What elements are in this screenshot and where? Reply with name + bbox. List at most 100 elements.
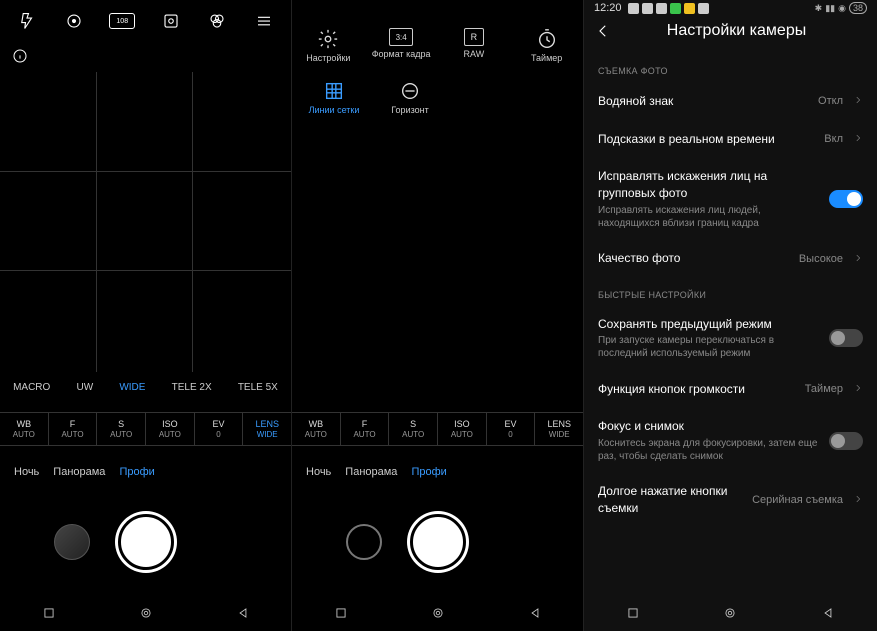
opt-settings[interactable]: Настройки: [294, 28, 362, 64]
zoom-wide[interactable]: WIDE: [119, 382, 145, 393]
row-focus-shot[interactable]: Фокус и снимок Коснитесь экрана для фоку…: [584, 408, 877, 473]
shutter-button[interactable]: [118, 514, 174, 570]
pro-s[interactable]: SAUTO: [97, 413, 146, 445]
mode-pro[interactable]: Профи: [119, 466, 154, 478]
opt-gridlines[interactable]: Линии сетки: [300, 80, 368, 116]
mode-panorama[interactable]: Панорама: [53, 466, 105, 478]
row-watermark[interactable]: Водяной знак Откл: [584, 82, 877, 120]
nav-back-icon[interactable]: [236, 606, 250, 620]
chevron-right-icon: [853, 92, 863, 110]
opt-ratio[interactable]: 3:4 Формат кадра: [367, 28, 435, 64]
nav-recent-icon[interactable]: [334, 606, 348, 620]
row-hints[interactable]: Подсказки в реальном времени Вкл: [584, 120, 877, 158]
nav-recent-icon[interactable]: [626, 606, 640, 620]
menu-icon[interactable]: [253, 10, 275, 32]
android-nav: [0, 595, 291, 631]
gear-icon: [317, 28, 339, 50]
nav-recent-icon[interactable]: [42, 606, 56, 620]
zoom-row: MACRO UW WIDE TELE 2X TELE 5X: [0, 382, 291, 393]
pro-iso[interactable]: ISOAUTO: [146, 413, 195, 445]
shutter-area: [0, 502, 291, 582]
pro-f[interactable]: FAUTO: [341, 413, 390, 445]
section-quick: БЫСТРЫЕ НАСТРОЙКИ: [584, 278, 877, 306]
row-quality[interactable]: Качество фото Высокое: [584, 240, 877, 278]
mode-panorama[interactable]: Панорама: [345, 466, 397, 478]
android-nav: [584, 595, 877, 631]
row-long-press[interactable]: Долгое нажатие кнопки съемки Серийная съ…: [584, 473, 877, 527]
live-icon[interactable]: [63, 10, 85, 32]
gallery-thumb-dark[interactable]: [346, 524, 382, 560]
row-volume-btn[interactable]: Функция кнопок громкости Таймер: [584, 370, 877, 408]
pro-iso[interactable]: ISOAUTO: [438, 413, 487, 445]
status-system-icons: ✱ ▮▮ ◉ 38: [815, 2, 867, 14]
page-title: Настройки камеры: [624, 22, 849, 40]
pro-params: WBAUTO FAUTO SAUTO ISOAUTO EV0 LENSWIDE: [0, 412, 291, 446]
toggle-focus-shot[interactable]: [829, 432, 863, 450]
raw-icon: R: [464, 28, 484, 46]
shutter-button[interactable]: [410, 514, 466, 570]
pro-wb[interactable]: WBAUTO: [0, 413, 49, 445]
zoom-uw[interactable]: UW: [76, 382, 93, 393]
wifi-icon: ◉: [838, 3, 846, 14]
pro-lens[interactable]: LENSWIDE: [535, 413, 583, 445]
back-icon[interactable]: [594, 22, 612, 40]
toggle-face-distortion[interactable]: [829, 190, 863, 208]
108mp-icon[interactable]: 108: [109, 13, 135, 29]
pro-s[interactable]: SAUTO: [389, 413, 438, 445]
mode-night[interactable]: Ночь: [14, 466, 39, 478]
flash-icon[interactable]: [16, 10, 38, 32]
pro-wb[interactable]: WBAUTO: [292, 413, 341, 445]
mode-night[interactable]: Ночь: [306, 466, 331, 478]
toggle-save-mode[interactable]: [829, 329, 863, 347]
nav-home-icon[interactable]: [431, 606, 445, 620]
ai-scene-icon[interactable]: [160, 10, 182, 32]
chevron-right-icon: [853, 130, 863, 148]
gallery-thumb[interactable]: [54, 524, 90, 560]
filter-icon[interactable]: [206, 10, 228, 32]
pro-f[interactable]: FAUTO: [49, 413, 98, 445]
row-save-mode[interactable]: Сохранять предыдущий режим При запуске к…: [584, 306, 877, 371]
bluetooth-icon: ✱: [815, 3, 823, 14]
mode-row: Ночь Панорама Профи: [0, 466, 291, 478]
mode-pro[interactable]: Профи: [411, 466, 446, 478]
timer-icon: [536, 28, 558, 50]
ratio-icon: 3:4: [389, 28, 413, 46]
zoom-tele2x[interactable]: TELE 2X: [172, 382, 212, 393]
grid-icon: [323, 80, 345, 102]
info-icon[interactable]: [0, 42, 291, 75]
nav-back-icon[interactable]: [821, 606, 835, 620]
status-time: 12:20: [594, 2, 622, 14]
chevron-right-icon: [853, 380, 863, 398]
nav-home-icon[interactable]: [139, 606, 153, 620]
section-photo: СЪЕМКА ФОТО: [584, 54, 877, 82]
settings-header: Настройки камеры: [584, 14, 877, 54]
row-face-distortion[interactable]: Исправлять искажения лиц на групповых фо…: [584, 158, 877, 240]
android-nav: [292, 595, 583, 631]
top-icons: 108: [0, 0, 291, 42]
nav-back-icon[interactable]: [528, 606, 542, 620]
battery-icon: 38: [849, 2, 867, 14]
camera-pane-left: 108 MACRO UW WIDE TELE 2X TELE 5X WBAUTO…: [0, 0, 292, 631]
status-app-icons: [628, 3, 709, 14]
chevron-right-icon: [853, 491, 863, 509]
status-bar: 12:20 ✱ ▮▮ ◉ 38: [584, 0, 877, 14]
settings-pane: 12:20 ✱ ▮▮ ◉ 38 Настройки камеры СЪЕМКА …: [584, 0, 877, 631]
shutter-area-mid: [292, 502, 583, 582]
horizon-icon: [399, 80, 421, 102]
zoom-tele5x[interactable]: TELE 5X: [238, 382, 278, 393]
pro-params-mid: WBAUTO FAUTO SAUTO ISOAUTO EV0 LENSWIDE: [292, 412, 583, 446]
nav-home-icon[interactable]: [723, 606, 737, 620]
opt-timer[interactable]: Таймер: [513, 28, 581, 64]
pro-ev[interactable]: EV0: [195, 413, 244, 445]
viewfinder-grid: [0, 72, 291, 372]
pro-ev[interactable]: EV0: [487, 413, 536, 445]
pro-lens[interactable]: LENSWIDE: [243, 413, 291, 445]
opt-row-1: Настройки 3:4 Формат кадра R RAW Таймер: [292, 24, 583, 66]
mode-row-mid: Ночь Панорама Профи: [292, 466, 583, 478]
chevron-right-icon: [853, 250, 863, 268]
opt-raw[interactable]: R RAW: [440, 28, 508, 64]
opt-row-2: Линии сетки Горизонт: [292, 76, 583, 118]
opt-horizon[interactable]: Горизонт: [376, 80, 444, 116]
camera-pane-mid: Настройки 3:4 Формат кадра R RAW Таймер …: [292, 0, 584, 631]
zoom-macro[interactable]: MACRO: [13, 382, 50, 393]
